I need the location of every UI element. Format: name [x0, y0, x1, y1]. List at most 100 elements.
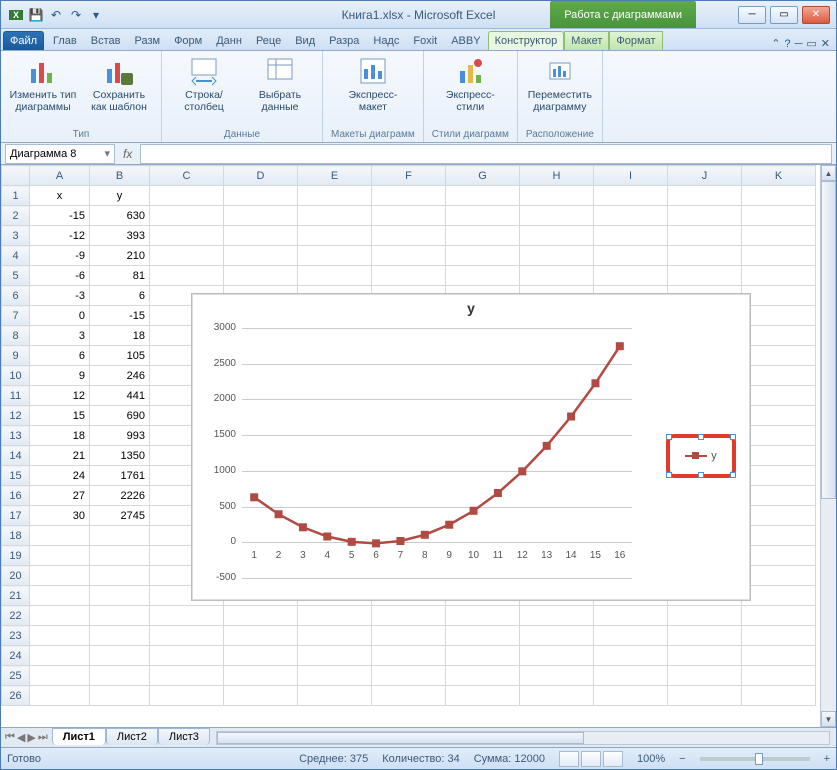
cell[interactable]	[446, 666, 520, 686]
cell[interactable]	[668, 266, 742, 286]
cell[interactable]: 393	[90, 226, 150, 246]
cell[interactable]: y	[90, 186, 150, 206]
cell[interactable]	[372, 246, 446, 266]
cell[interactable]	[90, 646, 150, 666]
cell[interactable]: 15	[30, 406, 90, 426]
cell[interactable]	[742, 566, 816, 586]
row-header[interactable]: 9	[2, 346, 30, 366]
cell[interactable]	[224, 626, 298, 646]
cell[interactable]: 9	[30, 366, 90, 386]
cell[interactable]	[30, 526, 90, 546]
row-header[interactable]: 7	[2, 306, 30, 326]
cell[interactable]	[668, 226, 742, 246]
cell[interactable]	[520, 686, 594, 706]
cell[interactable]	[594, 646, 668, 666]
cell[interactable]	[742, 266, 816, 286]
cell[interactable]	[90, 626, 150, 646]
cell[interactable]	[446, 206, 520, 226]
zoom-level[interactable]: 100%	[637, 753, 665, 765]
cell[interactable]: -6	[30, 266, 90, 286]
cell[interactable]	[150, 626, 224, 646]
cell[interactable]	[372, 626, 446, 646]
minimize-button[interactable]: ─	[738, 6, 766, 24]
cell[interactable]	[224, 666, 298, 686]
tab-разра[interactable]: Разра	[322, 31, 366, 50]
excel-icon[interactable]: X	[7, 6, 25, 24]
undo-icon[interactable]: ↶	[47, 6, 65, 24]
chart-title[interactable]: y	[192, 294, 750, 318]
tab-встав[interactable]: Встав	[84, 31, 128, 50]
sheet-first-icon[interactable]: ⏮	[5, 731, 15, 744]
cell[interactable]	[594, 606, 668, 626]
tab-данн[interactable]: Данн	[209, 31, 249, 50]
cell[interactable]	[298, 626, 372, 646]
row-header[interactable]: 4	[2, 246, 30, 266]
cell[interactable]	[742, 446, 816, 466]
row-header[interactable]: 26	[2, 686, 30, 706]
row-header[interactable]: 12	[2, 406, 30, 426]
cell[interactable]	[594, 626, 668, 646]
cell[interactable]: 1350	[90, 446, 150, 466]
row-header[interactable]: 11	[2, 386, 30, 406]
chart-line[interactable]	[242, 328, 632, 578]
cell[interactable]: -15	[30, 206, 90, 226]
cell[interactable]	[90, 566, 150, 586]
cell[interactable]	[150, 206, 224, 226]
redo-icon[interactable]: ↷	[67, 6, 85, 24]
cell[interactable]	[594, 246, 668, 266]
tab-глав[interactable]: Глав	[46, 31, 84, 50]
tab-abby[interactable]: ABBY	[444, 31, 487, 50]
cell[interactable]: 21	[30, 446, 90, 466]
ribbon-button-switch-rc[interactable]: Строка/столбец	[170, 55, 238, 128]
cell[interactable]	[520, 606, 594, 626]
cell[interactable]	[446, 646, 520, 666]
cell[interactable]	[30, 646, 90, 666]
cell[interactable]: 27	[30, 486, 90, 506]
cell[interactable]: 105	[90, 346, 150, 366]
embedded-chart[interactable]: y -5000500100015002000250030001234567891…	[191, 293, 751, 601]
cell[interactable]	[372, 646, 446, 666]
cell[interactable]	[742, 466, 816, 486]
save-icon[interactable]: 💾	[27, 6, 45, 24]
cell[interactable]	[668, 206, 742, 226]
cell[interactable]	[520, 186, 594, 206]
cell[interactable]	[224, 186, 298, 206]
cell[interactable]	[742, 486, 816, 506]
row-header[interactable]: 21	[2, 586, 30, 606]
horizontal-scrollbar[interactable]	[216, 731, 830, 745]
sheet-last-icon[interactable]: ⏭	[38, 731, 48, 744]
col-header[interactable]: K	[742, 166, 816, 186]
sheet-prev-icon[interactable]: ◀	[17, 731, 25, 744]
cell[interactable]	[150, 266, 224, 286]
col-header[interactable]: F	[372, 166, 446, 186]
chart-plot-area[interactable]: -500050010001500200025003000123456789101…	[242, 328, 632, 578]
cell[interactable]	[520, 266, 594, 286]
cell[interactable]	[224, 206, 298, 226]
view-break-icon[interactable]	[603, 751, 623, 767]
cell[interactable]	[446, 266, 520, 286]
cell[interactable]	[520, 666, 594, 686]
cell[interactable]	[150, 686, 224, 706]
wb-close-icon[interactable]: ✕	[821, 37, 830, 50]
cell[interactable]: 6	[90, 286, 150, 306]
row-header[interactable]: 15	[2, 466, 30, 486]
cell[interactable]	[742, 326, 816, 346]
cell[interactable]	[90, 666, 150, 686]
scroll-up-icon[interactable]: ▲	[821, 165, 836, 181]
cell[interactable]	[668, 666, 742, 686]
cell[interactable]	[742, 426, 816, 446]
tab-реце[interactable]: Реце	[249, 31, 288, 50]
cell[interactable]	[446, 226, 520, 246]
vertical-scrollbar[interactable]: ▲ ▼	[820, 165, 836, 727]
cell[interactable]	[594, 666, 668, 686]
name-box[interactable]: Диаграмма 8 ▾	[5, 144, 115, 164]
sheet-tab[interactable]: Лист2	[106, 728, 158, 745]
cell[interactable]: 3	[30, 326, 90, 346]
cell[interactable]	[90, 586, 150, 606]
cell[interactable]	[372, 666, 446, 686]
cell[interactable]	[298, 266, 372, 286]
wb-minimize-icon[interactable]: ─	[795, 38, 803, 50]
cell-grid[interactable]: ABCDEFGHIJK1xy2-156303-123934-92105-6816…	[1, 165, 820, 727]
cell[interactable]	[298, 206, 372, 226]
formula-input[interactable]	[140, 144, 832, 164]
